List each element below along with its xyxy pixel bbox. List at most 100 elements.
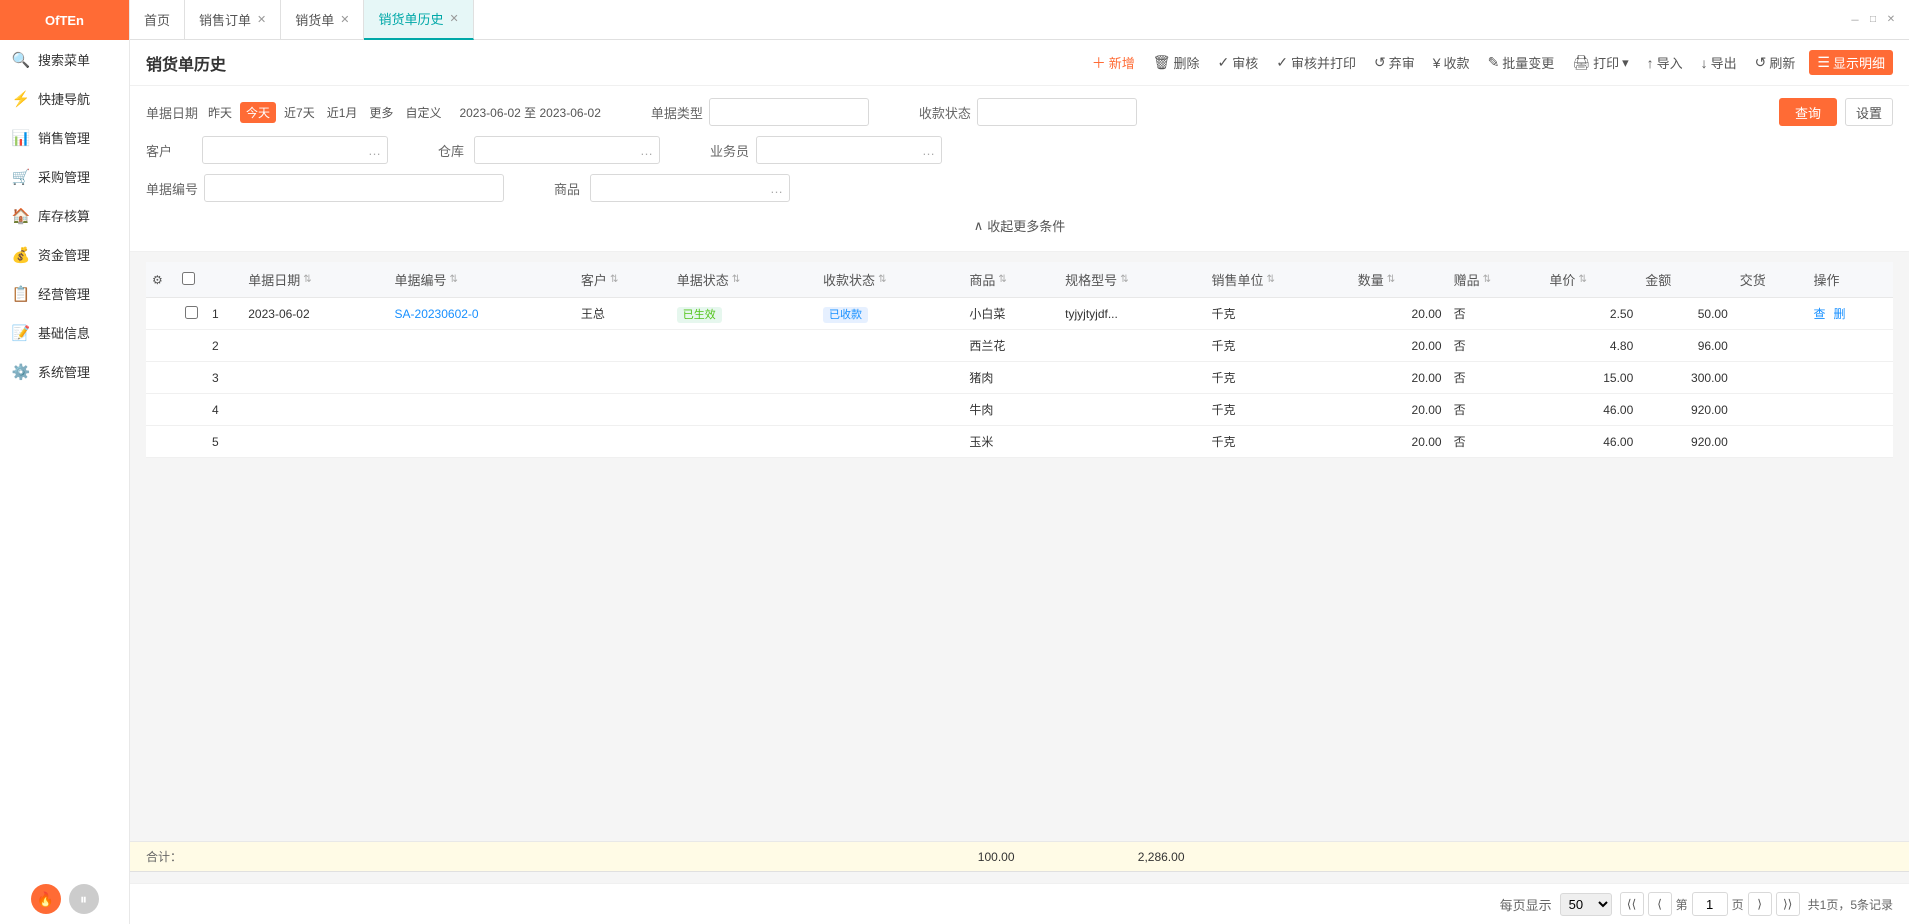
customer-input[interactable] <box>209 143 364 157</box>
tab-sales-goods[interactable]: 销货单 ✕ <box>281 0 364 40</box>
tab-sales-goods-history[interactable]: 销货单历史 ✕ <box>364 0 473 40</box>
th-doc-no[interactable]: 单据编号⇅ <box>389 262 575 298</box>
new-button[interactable]: ＋ 新增 <box>1088 51 1139 75</box>
sidebar-item-purchase-mgmt[interactable]: 🛒 采购管理 <box>0 157 129 196</box>
th-spec[interactable]: 规格型号⇅ <box>1059 262 1205 298</box>
th-checkbox[interactable] <box>176 262 206 298</box>
sidebar-item-label: 系统管理 <box>38 362 90 381</box>
audit-print-icon: ✓ <box>1276 54 1288 71</box>
th-actions: 操作 <box>1808 262 1894 298</box>
th-customer[interactable]: 客户⇅ <box>575 262 671 298</box>
row-checkbox[interactable] <box>185 306 198 319</box>
sidebar-item-ops[interactable]: 📋 经营管理 <box>0 274 129 313</box>
filter-actions: 查询 设置 <box>1779 98 1893 126</box>
maximize-button[interactable]: □ <box>1865 12 1881 28</box>
view-action[interactable]: 查 <box>1814 305 1826 322</box>
minimize-button[interactable]: － <box>1847 12 1863 28</box>
th-unit-price[interactable]: 单价⇅ <box>1543 262 1639 298</box>
goods-input[interactable] <box>597 181 766 195</box>
discard-button[interactable]: ↺ 弃审 <box>1370 51 1419 74</box>
date-btn-custom[interactable]: 自定义 <box>401 102 445 123</box>
date-btn-more[interactable]: 更多 <box>365 102 397 123</box>
sidebar-bottom-btn-pause[interactable]: ⏸ <box>69 884 99 914</box>
sidebar-item-search-menu[interactable]: 🔍 搜索菜单 <box>0 40 129 79</box>
print-button[interactable]: 🖨 打印 ▾ <box>1568 51 1632 74</box>
salesperson-input[interactable] <box>763 143 918 157</box>
horizontal-scrollbar[interactable] <box>130 871 1909 883</box>
th-unit[interactable]: 销售单位⇅ <box>1205 262 1351 298</box>
inventory-icon: 🏠 <box>12 207 30 225</box>
cell-actions <box>1808 426 1894 458</box>
salesperson-dots[interactable]: … <box>922 143 935 158</box>
sidebar-item-base-info[interactable]: 📝 基础信息 <box>0 313 129 352</box>
next-page-button[interactable]: ⟩ <box>1748 892 1772 916</box>
th-collect-status[interactable]: 收款状态⇅ <box>817 262 963 298</box>
del-action[interactable]: 删 <box>1834 305 1846 322</box>
th-settings[interactable]: ⚙ <box>146 262 176 298</box>
th-doc-date[interactable]: 单据日期⇅ <box>242 262 388 298</box>
cell-doc-no[interactable] <box>389 394 575 426</box>
doc-type-select[interactable] <box>709 98 869 126</box>
cell-goods: 牛肉 <box>963 394 1059 426</box>
page-size-select[interactable]: 50 100 200 <box>1560 893 1612 916</box>
cell-checkbox[interactable] <box>176 394 206 426</box>
sidebar-item-quick-nav[interactable]: ⚡ 快捷导航 <box>0 79 129 118</box>
sidebar-item-finance[interactable]: 💰 资金管理 <box>0 235 129 274</box>
tab-sales-order[interactable]: 销售订单 ✕ <box>185 0 281 40</box>
cell-quantity: 20.00 <box>1352 330 1448 362</box>
th-doc-status[interactable]: 单据状态⇅ <box>671 262 817 298</box>
last-page-button[interactable]: ⟩⟩ <box>1776 892 1800 916</box>
th-gift[interactable]: 赠品⇅ <box>1448 262 1544 298</box>
setting-button[interactable]: 设置 <box>1845 98 1893 126</box>
collect-button[interactable]: ¥ 收款 <box>1429 51 1474 74</box>
delete-button[interactable]: 🗑 删除 <box>1149 51 1204 74</box>
sort-icon: ⇅ <box>998 274 1006 285</box>
warehouse-input[interactable] <box>481 143 636 157</box>
cell-doc-no[interactable] <box>389 362 575 394</box>
salesperson-input-wrapper: … <box>756 136 942 164</box>
date-btn-yesterday[interactable]: 昨天 <box>204 102 236 123</box>
sidebar-item-sys-mgmt[interactable]: ⚙️ 系统管理 <box>0 352 129 391</box>
collect-status-select[interactable] <box>977 98 1137 126</box>
doc-no-input[interactable] <box>204 174 504 202</box>
audit-print-button[interactable]: ✓ 审核并打印 <box>1272 51 1360 74</box>
sidebar-item-sales-mgmt[interactable]: 📊 销售管理 <box>0 118 129 157</box>
first-page-button[interactable]: ⟨⟨ <box>1620 892 1644 916</box>
date-btn-1month[interactable]: 近1月 <box>323 102 362 123</box>
date-btn-today[interactable]: 今天 <box>240 102 276 123</box>
show-detail-button[interactable]: ☰ 显示明细 <box>1809 50 1893 75</box>
sidebar-item-inventory[interactable]: 🏠 库存核算 <box>0 196 129 235</box>
sidebar-bottom-btn-fire[interactable]: 🔥 <box>31 884 61 914</box>
select-all-checkbox[interactable] <box>182 272 195 285</box>
date-btn-7days[interactable]: 近7天 <box>280 102 319 123</box>
page-number-input[interactable] <box>1692 892 1728 916</box>
close-icon[interactable]: ✕ <box>450 12 459 25</box>
th-goods[interactable]: 商品⇅ <box>963 262 1059 298</box>
cell-doc-no[interactable] <box>389 426 575 458</box>
cell-checkbox[interactable] <box>176 298 206 330</box>
warehouse-dots[interactable]: … <box>640 143 653 158</box>
cell-doc-status <box>671 426 817 458</box>
customer-dots[interactable]: … <box>368 143 381 158</box>
cell-doc-no[interactable]: SA-20230602-0 <box>389 298 575 330</box>
close-icon[interactable]: ✕ <box>340 13 349 26</box>
audit-button[interactable]: ✓ 审核 <box>1214 51 1263 74</box>
th-quantity[interactable]: 数量⇅ <box>1352 262 1448 298</box>
tab-home[interactable]: 首页 <box>130 0 185 40</box>
pagination: 每页显示 50 100 200 ⟨⟨ ⟨ 第 页 ⟩ ⟩⟩ 共1页，5条记录 <box>130 883 1909 924</box>
close-icon[interactable]: ✕ <box>257 13 266 26</box>
batch-change-button[interactable]: ✎ 批量变更 <box>1484 51 1559 74</box>
refresh-button[interactable]: ↺ 刷新 <box>1751 51 1800 74</box>
cell-checkbox[interactable] <box>176 362 206 394</box>
import-button[interactable]: ↑ 导入 <box>1643 51 1687 74</box>
close-window-button[interactable]: ✕ <box>1883 12 1899 28</box>
goods-dots[interactable]: … <box>770 181 783 196</box>
prev-page-button[interactable]: ⟨ <box>1648 892 1672 916</box>
collapse-button[interactable]: ∧ 收起更多条件 <box>146 212 1893 239</box>
cell-checkbox[interactable] <box>176 330 206 362</box>
table-row: 4 牛肉 千克 20.00 否 46.00 920.00 <box>146 394 1893 426</box>
cell-doc-no[interactable] <box>389 330 575 362</box>
export-button[interactable]: ↓ 导出 <box>1697 51 1741 74</box>
query-button[interactable]: 查询 <box>1779 98 1837 126</box>
cell-checkbox[interactable] <box>176 426 206 458</box>
